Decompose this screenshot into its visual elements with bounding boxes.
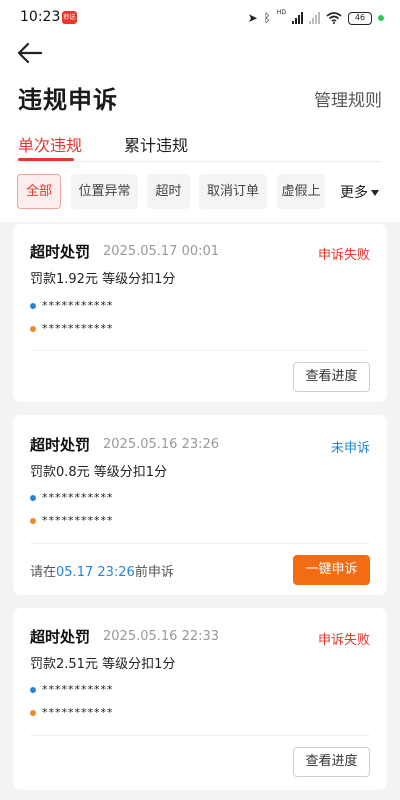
- view-progress-button[interactable]: 查看进度: [293, 747, 370, 777]
- penalty-text: 罚款2.51元 等级分扣1分: [30, 657, 176, 672]
- penalty-text: 罚款1.92元 等级分扣1分: [30, 272, 176, 287]
- rules-link[interactable]: 管理规则: [314, 86, 382, 111]
- tab-single-violation[interactable]: 单次违规: [18, 132, 82, 156]
- detail-row: ***********: [30, 683, 114, 696]
- blue-dot-icon: [30, 686, 36, 693]
- violation-type: 超时处罚: [30, 628, 91, 646]
- status-badge: 申诉失败: [317, 633, 370, 648]
- deadline-suffix: 前申诉: [134, 565, 174, 580]
- status-bar: 10:23 秒送 ➤ ᛒ HD 46: [0, 0, 400, 36]
- blue-dot-icon: [30, 494, 36, 501]
- detail-row: ***********: [30, 706, 114, 719]
- bluetooth-icon: ᛒ: [263, 11, 271, 25]
- status-badge: 未申诉: [330, 441, 370, 456]
- filter-chip-fake[interactable]: 虚假上: [277, 174, 325, 209]
- detail-row: ***********: [30, 491, 114, 504]
- signal-2-icon: [309, 12, 320, 24]
- status-icons: ➤ ᛒ HD 46: [248, 10, 384, 26]
- deadline-prefix: 请在: [30, 565, 57, 580]
- header-area: 10:23 秒送 ➤ ᛒ HD 46 违规申诉 管理规则 单次违规 累计违规 全…: [0, 0, 400, 222]
- violation-type: 超时处罚: [30, 243, 91, 261]
- tab-divider: [18, 161, 382, 162]
- page-title: 违规申诉: [18, 86, 118, 114]
- more-label: 更多: [340, 185, 368, 201]
- card-divider: [30, 350, 370, 351]
- status-badge: 申诉失败: [317, 248, 370, 263]
- violation-type: 超时处罚: [30, 436, 91, 454]
- violation-card: 超时处罚 2025.05.16 22:33 申诉失败 罚款2.51元 等级分扣1…: [13, 608, 387, 790]
- detail-row: ***********: [30, 322, 114, 335]
- detail-row: ***********: [30, 299, 114, 312]
- orange-dot-icon: [30, 325, 36, 332]
- violation-card: 超时处罚 2025.05.16 23:26 未申诉 罚款0.8元 等级分扣1分 …: [13, 415, 387, 595]
- violation-time: 2025.05.16 22:33: [103, 629, 220, 644]
- violation-time: 2025.05.16 23:26: [103, 437, 220, 452]
- filter-chip-timeout[interactable]: 超时: [147, 174, 190, 209]
- filter-bar: 全部 位置异常 超时 取消订单 虚假上 更多: [0, 174, 400, 210]
- status-time: 10:23: [20, 9, 61, 25]
- masked-info: ***********: [42, 706, 114, 719]
- violation-time: 2025.05.17 00:01: [103, 244, 220, 259]
- masked-info: ***********: [42, 683, 114, 696]
- masked-info: ***********: [42, 299, 114, 312]
- location-icon: ➤: [247, 11, 258, 25]
- caret-down-icon: [371, 190, 379, 196]
- wifi-icon: [326, 12, 342, 24]
- back-button[interactable]: [14, 38, 44, 68]
- orange-dot-icon: [30, 517, 36, 524]
- tab-cumulative-violation[interactable]: 累计违规: [124, 132, 188, 156]
- arrow-left-icon: [17, 42, 43, 64]
- appeal-deadline-text: 请在05.17 23:26前申诉: [30, 561, 174, 580]
- one-click-appeal-button[interactable]: 一键申诉: [293, 555, 370, 585]
- filter-chip-cancel[interactable]: 取消订单: [199, 174, 267, 209]
- hd-icon: HD: [276, 9, 286, 16]
- card-divider: [30, 735, 370, 736]
- blue-dot-icon: [30, 302, 36, 309]
- app-notification-icon: 秒送: [62, 11, 77, 24]
- battery-icon: 46: [348, 11, 372, 25]
- orange-dot-icon: [30, 709, 36, 716]
- masked-info: ***********: [42, 491, 114, 504]
- filter-chip-all[interactable]: 全部: [17, 174, 61, 209]
- detail-row: ***********: [30, 514, 114, 527]
- deadline-time: 05.17 23:26: [56, 565, 135, 580]
- masked-info: ***********: [42, 322, 114, 335]
- penalty-text: 罚款0.8元 等级分扣1分: [30, 465, 168, 480]
- status-dot-icon: [378, 15, 384, 21]
- view-progress-button[interactable]: 查看进度: [293, 362, 370, 392]
- more-filters-button[interactable]: 更多: [340, 182, 379, 202]
- violation-card: 超时处罚 2025.05.17 00:01 申诉失败 罚款1.92元 等级分扣1…: [13, 224, 387, 402]
- filter-chip-location[interactable]: 位置异常: [71, 174, 138, 209]
- card-divider: [30, 543, 370, 544]
- masked-info: ***********: [42, 514, 114, 527]
- signal-icon: [292, 12, 303, 24]
